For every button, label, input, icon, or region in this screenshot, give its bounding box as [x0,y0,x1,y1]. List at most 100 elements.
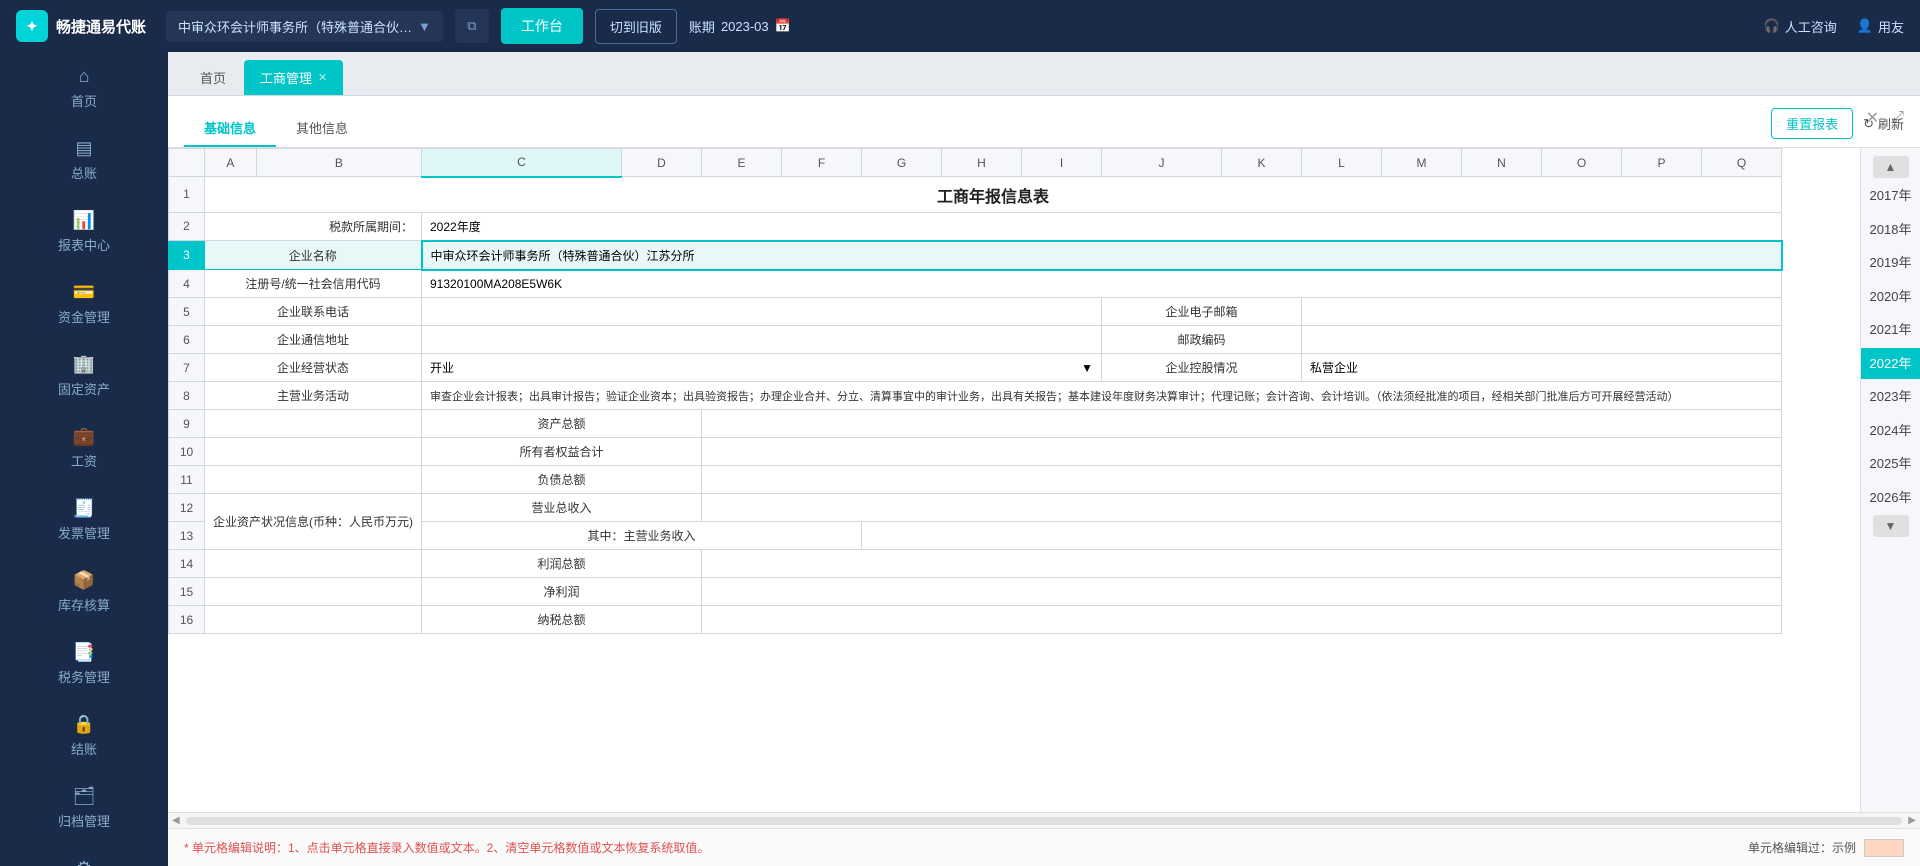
sidebar-label-ledger: 总账 [71,163,97,182]
sidebar-item-tax[interactable]: 📑 税务管理 [0,628,168,700]
row-num-9: 9 [169,410,205,438]
copy-icon: ⧉ [467,18,476,34]
sidebar-label-inventory: 库存核算 [58,595,110,614]
col-e: E [702,149,782,177]
report-icon: 📊 [73,210,95,231]
row-num-14: 14 [169,550,205,578]
col-o: O [1542,149,1622,177]
year-2017[interactable]: 2017年 [1861,180,1920,212]
sidebar-label-invoice: 发票管理 [58,523,110,542]
sidebar-item-asset[interactable]: 🏢 固定资产 [0,340,168,412]
assets-value[interactable] [702,410,1782,438]
h-scroll-track[interactable] [186,817,1903,825]
inner-tab-other-label: 其他信息 [296,121,348,136]
year-scroll-down[interactable]: ▼ [1873,515,1909,537]
service-button[interactable]: 🎧 人工咨询 [1764,17,1837,36]
sidebar-item-salary[interactable]: 💼 工资 [0,412,168,484]
year-2020[interactable]: 2020年 [1861,281,1920,313]
sidebar-item-ledger[interactable]: ▤ 总账 [0,124,168,196]
status-dropdown-icon[interactable]: ▼ [1081,361,1093,375]
user-label: 用友 [1878,17,1904,36]
period-value: 2023-03 [721,19,769,34]
ledger-icon: ▤ [75,138,92,159]
tab-home[interactable]: 首页 [184,60,242,95]
reg-value[interactable]: 91320100MA208E5W6K [422,270,1782,298]
email-value[interactable] [1302,298,1782,326]
year-scroll-up[interactable]: ▲ [1873,156,1909,178]
business-value[interactable]: 审查企业会计报表；出具审计报告；验证企业资本；出具验资报告；办理企业合并、分立、… [422,382,1782,410]
corner-cell [169,149,205,177]
reset-report-button[interactable]: 重置报表 [1771,108,1853,139]
year-2021[interactable]: 2021年 [1861,314,1920,346]
profit-value[interactable] [702,550,1782,578]
assets-label: 资产总额 [422,410,702,438]
company-selector[interactable]: 中审众环会计师事务所（特殊普通合伙… ▼ [166,11,443,42]
sidebar-item-finance[interactable]: 💳 资金管理 [0,268,168,340]
row-num-5: 5 [169,298,205,326]
workbench-button[interactable]: 工作台 [501,8,583,44]
liabilities-value[interactable] [702,466,1782,494]
sidebar-item-settings[interactable]: ⚙ 设置 [0,844,168,866]
sidebar-item-invoice[interactable]: 🧾 发票管理 [0,484,168,556]
sidebar: ⌂ 首页 ▤ 总账 📊 报表中心 💳 资金管理 🏢 固定资产 💼 工资 🧾 发票… [0,52,168,866]
inner-tab-other[interactable]: 其他信息 [276,110,368,147]
phone-value[interactable] [422,298,1102,326]
sidebar-item-report[interactable]: 📊 报表中心 [0,196,168,268]
company-dropdown-icon: ▼ [418,19,431,34]
period-info: 账期 2023-03 📅 [689,17,791,36]
tab-business[interactable]: 工商管理 ✕ [244,60,343,95]
year-2018[interactable]: 2018年 [1861,214,1920,246]
status-value[interactable]: 开业 ▼ [422,354,1102,382]
calendar-icon[interactable]: 📅 [775,18,791,34]
row-num-4: 4 [169,270,205,298]
inner-tab-basic[interactable]: 基础信息 [184,110,276,147]
year-2024[interactable]: 2024年 [1861,415,1920,447]
year-2019[interactable]: 2019年 [1861,247,1920,279]
year-2023[interactable]: 2023年 [1861,381,1920,413]
app-name: 畅捷通易代账 [56,16,146,37]
inner-tab-actions: 重置报表 ↻ 刷新 [1771,108,1904,147]
logo-icon: ✦ [16,10,48,42]
tab-close-icon[interactable]: ✕ [318,71,327,84]
copy-button[interactable]: ⧉ [455,9,489,43]
sidebar-item-close[interactable]: 🔒 结账 [0,700,168,772]
holding-label: 企业控股情况 [1102,354,1302,382]
net-profit-label: 净利润 [422,578,702,606]
company-name-value[interactable]: 中审众环会计师事务所（特殊普通合伙）江苏分所 [422,241,1782,270]
equity-value[interactable] [702,438,1782,466]
reg-label: 注册号/统一社会信用代码 [205,270,422,298]
period-row-value[interactable]: 2022年度 [422,212,1782,241]
h-scroll-bar[interactable]: ◀ ▶ [168,812,1920,828]
old-version-button[interactable]: 切到旧版 [595,9,677,44]
address-value[interactable] [422,326,1102,354]
h-scroll-right-icon[interactable]: ▶ [1908,815,1916,826]
table-wrapper[interactable]: A B C D E F G H I J K L [168,148,1860,812]
row-num-15: 15 [169,578,205,606]
archive-icon: 🗂 [73,786,96,807]
net-profit-value[interactable] [702,578,1782,606]
refresh-label: 刷新 [1878,114,1904,133]
h-scroll-left-icon[interactable]: ◀ [172,815,180,826]
postal-value[interactable] [1302,326,1782,354]
total-revenue-value[interactable] [702,494,1782,522]
year-2022[interactable]: 2022年 [1861,348,1920,380]
main-revenue-value[interactable] [862,522,1782,550]
postal-label: 邮政编码 [1102,326,1302,354]
year-2026[interactable]: 2026年 [1861,482,1920,514]
sidebar-item-home[interactable]: ⌂ 首页 [0,52,168,124]
user-menu[interactable]: 👤 用友 [1857,17,1904,36]
refresh-button[interactable]: ↻ 刷新 [1863,114,1904,133]
table-row: 16 纳税总额 [169,606,1782,634]
tax-total-value[interactable] [702,606,1782,634]
table-row: 15 净利润 [169,578,1782,606]
col-k: K [1222,149,1302,177]
sidebar-item-archive[interactable]: 🗂 归档管理 [0,772,168,844]
tab-business-label: 工商管理 [260,68,312,87]
col-a: A [205,149,257,177]
table-row: 6 企业通信地址 邮政编码 [169,326,1782,354]
year-2025[interactable]: 2025年 [1861,448,1920,480]
holding-value[interactable]: 私营企业 [1302,354,1782,382]
asset-status-group-label: 企业资产状况信息(币种：人民币万元) [205,494,422,550]
sidebar-item-inventory[interactable]: 📦 库存核算 [0,556,168,628]
main-layout: ⌂ 首页 ▤ 总账 📊 报表中心 💳 资金管理 🏢 固定资产 💼 工资 🧾 发票… [0,52,1920,866]
